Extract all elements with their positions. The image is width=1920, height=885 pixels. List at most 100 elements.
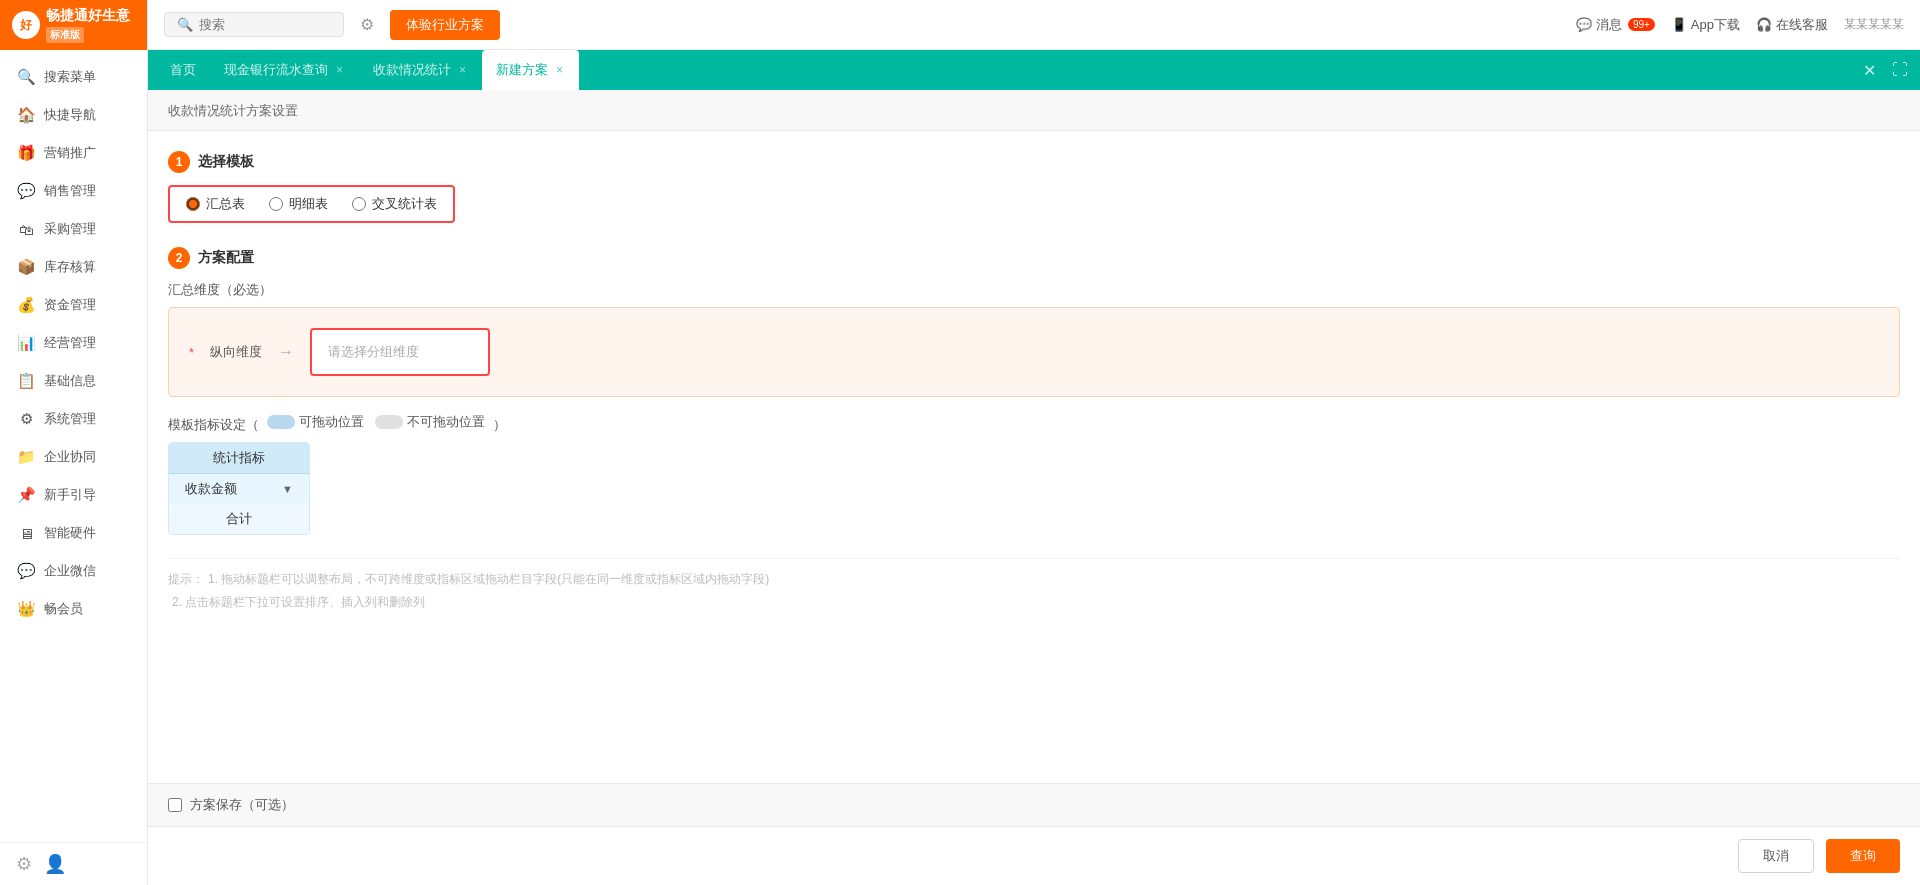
search-menu-icon: 🔍	[16, 68, 36, 86]
query-button[interactable]: 查询	[1826, 839, 1900, 873]
step1-section: 1 选择模板 汇总表 明细表	[168, 151, 1900, 223]
sidebar-item-purchase[interactable]: 🛍 采购管理	[0, 210, 147, 248]
sidebar-item-search-menu[interactable]: 🔍 搜索菜单	[0, 58, 147, 96]
sidebar-item-marketing[interactable]: 🎁 营销推广	[0, 134, 147, 172]
settings-bottom-icon[interactable]: ⚙	[16, 853, 32, 875]
template-options: 汇总表 明细表 交叉统计表	[168, 185, 455, 223]
radio-detail-label[interactable]: 明细表	[289, 195, 328, 213]
tab-receipt-stats-close[interactable]: ×	[457, 61, 468, 79]
tabbar: 首页 现金银行流水查询 × 收款情况统计 × 新建方案 × ✕ ⛶	[148, 50, 1920, 90]
sidebar-item-cooperation[interactable]: 📁 企业协同	[0, 438, 147, 476]
sidebar-item-system[interactable]: ⚙ 系统管理	[0, 400, 147, 438]
wechat-icon: 💬	[16, 562, 36, 580]
sidebar-item-basic-info[interactable]: 📋 基础信息	[0, 362, 147, 400]
sidebar-item-quick-nav[interactable]: 🏠 快捷导航	[0, 96, 147, 134]
notification-label: 消息	[1596, 16, 1622, 34]
hints-section: 提示： 1. 拖动标题栏可以调整布局，不可跨维度或指标区域拖动栏目字段(只能在同…	[168, 558, 1900, 611]
sidebar-item-label: 库存核算	[44, 258, 96, 276]
operation-icon: 📊	[16, 334, 36, 352]
sidebar-item-label: 资金管理	[44, 296, 96, 314]
user-bottom-icon[interactable]: 👤	[44, 853, 66, 875]
fixed-dot	[375, 415, 403, 429]
arrow-icon: →	[278, 343, 294, 361]
tab-new-plan-close[interactable]: ×	[554, 61, 565, 79]
metrics-table: 统计指标 收款金额 ▼ 合计	[168, 442, 310, 535]
download-label: App下载	[1691, 16, 1740, 34]
dimension-area: * 纵向维度 → 请选择分组维度	[168, 307, 1900, 397]
sidebar-item-guide[interactable]: 📌 新手引导	[0, 476, 147, 514]
notification-badge: 99+	[1628, 18, 1655, 31]
sidebar-item-label: 经营管理	[44, 334, 96, 352]
sidebar-item-sales[interactable]: 💬 销售管理	[0, 172, 147, 210]
metrics-label-prefix: 模板指标设定（	[168, 417, 259, 432]
tab-home[interactable]: 首页	[156, 50, 210, 90]
gift-icon: 🎁	[16, 144, 36, 162]
basic-info-icon: 📋	[16, 372, 36, 390]
save-label[interactable]: 方案保存（可选）	[190, 796, 294, 814]
sidebar-item-label: 基础信息	[44, 372, 96, 390]
step2-number: 2	[168, 247, 190, 269]
radio-cross[interactable]: 交叉统计表	[352, 195, 437, 213]
sidebar-item-label: 新手引导	[44, 486, 96, 504]
radio-detail[interactable]: 明细表	[269, 195, 328, 213]
sidebar-item-label: 快捷导航	[44, 106, 96, 124]
hint-prefix-1: 提示：	[168, 571, 204, 588]
sidebar-item-label: 系统管理	[44, 410, 96, 428]
sidebar-item-member[interactable]: 👑 畅会员	[0, 590, 147, 628]
metrics-config-label: 模板指标设定（ 可拖动位置 不可拖动位置 ）	[168, 413, 1900, 434]
col-dropdown-icon[interactable]: ▼	[282, 483, 293, 495]
sidebar-item-finance[interactable]: 💰 资金管理	[0, 286, 147, 324]
app-download-item[interactable]: 📱 App下载	[1671, 16, 1740, 34]
sidebar-item-label: 企业协同	[44, 448, 96, 466]
save-checkbox[interactable]	[168, 798, 182, 812]
tab-new-plan[interactable]: 新建方案 ×	[482, 50, 579, 90]
sidebar-item-hardware[interactable]: 🖥 智能硬件	[0, 514, 147, 552]
radio-cross-label[interactable]: 交叉统计表	[372, 195, 437, 213]
step1-number: 1	[168, 151, 190, 173]
service-item[interactable]: 🎧 在线客服	[1756, 16, 1828, 34]
dimension-input[interactable]: 请选择分组维度	[310, 328, 490, 376]
metrics-table-total: 合计	[169, 504, 309, 534]
metrics-table-header: 统计指标	[169, 443, 309, 474]
logo-text-block: 畅捷通好生意 标准版	[46, 7, 130, 43]
main-area: 🔍 ⚙ 体验行业方案 💬 消息 99+ 📱 App下载 🎧 在线客服 某某某某某	[148, 0, 1920, 885]
gear-icon[interactable]: ⚙	[360, 15, 374, 34]
footer-bar: 取消 查询	[148, 826, 1920, 885]
movable-dot	[267, 415, 295, 429]
sidebar-item-wechat[interactable]: 💬 企业微信	[0, 552, 147, 590]
purchase-icon: 🛍	[16, 221, 36, 238]
download-icon: 📱	[1671, 17, 1687, 32]
search-input[interactable]	[199, 17, 339, 32]
close-all-icon[interactable]: ✕	[1859, 57, 1880, 84]
radio-detail-input[interactable]	[269, 197, 283, 211]
cancel-button[interactable]: 取消	[1738, 839, 1814, 873]
tab-cashflow-close[interactable]: ×	[334, 61, 345, 79]
sidebar-item-label: 企业微信	[44, 562, 96, 580]
step2-title: 方案配置	[198, 249, 254, 267]
notification-item[interactable]: 💬 消息 99+	[1576, 16, 1655, 34]
trial-button[interactable]: 体验行业方案	[390, 10, 500, 40]
logo-title: 畅捷通好生意	[46, 7, 130, 25]
tab-receipt-stats[interactable]: 收款情况统计 ×	[359, 50, 482, 90]
metrics-table-col-row: 收款金额 ▼	[169, 474, 309, 504]
search-box[interactable]: 🔍	[164, 12, 344, 37]
sidebar-item-inventory[interactable]: 📦 库存核算	[0, 248, 147, 286]
tab-cashflow[interactable]: 现金银行流水查询 ×	[210, 50, 359, 90]
radio-summary[interactable]: 汇总表	[186, 195, 245, 213]
tab-new-plan-label: 新建方案	[496, 61, 548, 79]
hint-text-2: 2. 点击标题栏下拉可设置排序、插入列和删除列	[172, 594, 425, 611]
service-icon: 🎧	[1756, 17, 1772, 32]
fullscreen-icon[interactable]: ⛶	[1888, 57, 1912, 83]
legend-movable: 可拖动位置	[267, 413, 364, 431]
hint-item-1: 提示： 1. 拖动标题栏可以调整布局，不可跨维度或指标区域拖动栏目字段(只能在同…	[168, 571, 1900, 588]
tabbar-actions: ✕ ⛶	[1859, 57, 1912, 84]
radio-summary-label[interactable]: 汇总表	[206, 195, 245, 213]
member-icon: 👑	[16, 600, 36, 618]
sidebar-item-label: 智能硬件	[44, 524, 96, 542]
inventory-icon: 📦	[16, 258, 36, 276]
sidebar-item-operation[interactable]: 📊 经营管理	[0, 324, 147, 362]
radio-summary-input[interactable]	[186, 197, 200, 211]
hint-item-2: 2. 点击标题栏下拉可设置排序、插入列和删除列	[168, 594, 1900, 611]
radio-cross-input[interactable]	[352, 197, 366, 211]
tab-cashflow-label: 现金银行流水查询	[224, 61, 328, 79]
